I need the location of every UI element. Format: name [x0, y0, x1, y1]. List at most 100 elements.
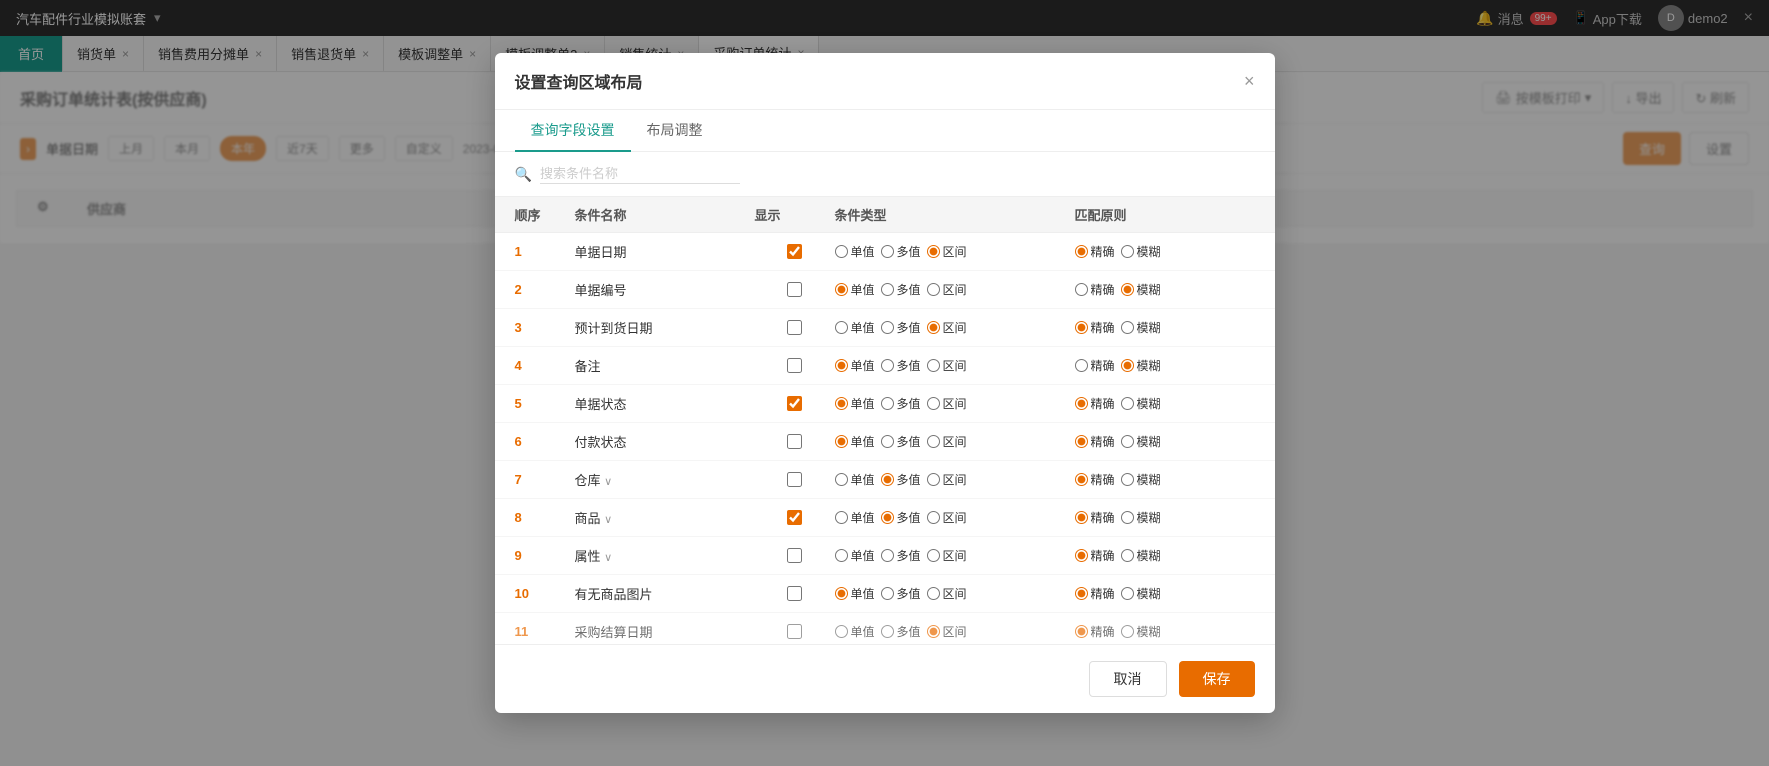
radio-exact-5[interactable]	[1075, 397, 1088, 410]
radio-single-7[interactable]	[835, 473, 848, 486]
radio-single-6[interactable]	[835, 435, 848, 448]
radio-range-5[interactable]	[927, 397, 940, 410]
type-single-label-8[interactable]: 单值	[835, 509, 875, 526]
tab-layout-adjust[interactable]: 布局调整	[631, 110, 719, 152]
radio-multi-4[interactable]	[881, 359, 894, 372]
radio-range-8[interactable]	[927, 511, 940, 524]
type-multi-label-6[interactable]: 多值	[881, 433, 921, 450]
checkbox-display-11[interactable]	[787, 624, 802, 639]
match-fuzzy-label-9[interactable]: 模糊	[1121, 547, 1161, 564]
match-fuzzy-label-4[interactable]: 模糊	[1121, 357, 1161, 374]
type-multi-label-2[interactable]: 多值	[881, 281, 921, 298]
radio-exact-1[interactable]	[1075, 245, 1088, 258]
row-display-5[interactable]	[755, 396, 835, 411]
type-multi-label-7[interactable]: 多值	[881, 471, 921, 488]
radio-multi-7[interactable]	[881, 473, 894, 486]
type-multi-label-3[interactable]: 多值	[881, 319, 921, 336]
match-exact-label-11[interactable]: 精确	[1075, 623, 1115, 640]
radio-range-2[interactable]	[927, 283, 940, 296]
radio-fuzzy-5[interactable]	[1121, 397, 1134, 410]
type-multi-label-9[interactable]: 多值	[881, 547, 921, 564]
match-fuzzy-label-3[interactable]: 模糊	[1121, 319, 1161, 336]
match-exact-label-3[interactable]: 精确	[1075, 319, 1115, 336]
match-exact-label-7[interactable]: 精确	[1075, 471, 1115, 488]
radio-fuzzy-7[interactable]	[1121, 473, 1134, 486]
type-single-label-6[interactable]: 单值	[835, 433, 875, 450]
radio-fuzzy-4[interactable]	[1121, 359, 1134, 372]
match-fuzzy-label-8[interactable]: 模糊	[1121, 509, 1161, 526]
checkbox-display-6[interactable]	[787, 434, 802, 449]
checkbox-display-10[interactable]	[787, 586, 802, 601]
radio-range-9[interactable]	[927, 549, 940, 562]
radio-range-6[interactable]	[927, 435, 940, 448]
type-multi-label-8[interactable]: 多值	[881, 509, 921, 526]
checkbox-display-4[interactable]	[787, 358, 802, 373]
radio-range-7[interactable]	[927, 473, 940, 486]
type-single-label-7[interactable]: 单值	[835, 471, 875, 488]
type-range-label-8[interactable]: 区间	[927, 509, 967, 526]
row-display-7[interactable]	[755, 472, 835, 487]
type-range-label-4[interactable]: 区间	[927, 357, 967, 374]
type-single-label-9[interactable]: 单值	[835, 547, 875, 564]
radio-fuzzy-6[interactable]	[1121, 435, 1134, 448]
row-display-11[interactable]	[755, 624, 835, 639]
search-input[interactable]	[540, 164, 740, 184]
type-single-label-5[interactable]: 单值	[835, 395, 875, 412]
type-range-label-11[interactable]: 区间	[927, 623, 967, 640]
radio-exact-2[interactable]	[1075, 283, 1088, 296]
type-range-label-7[interactable]: 区间	[927, 471, 967, 488]
type-multi-label-10[interactable]: 多值	[881, 585, 921, 602]
radio-range-11[interactable]	[927, 625, 940, 638]
match-fuzzy-label-10[interactable]: 模糊	[1121, 585, 1161, 602]
type-range-label-6[interactable]: 区间	[927, 433, 967, 450]
radio-range-4[interactable]	[927, 359, 940, 372]
radio-multi-2[interactable]	[881, 283, 894, 296]
checkbox-display-7[interactable]	[787, 472, 802, 487]
type-multi-label-5[interactable]: 多值	[881, 395, 921, 412]
radio-range-3[interactable]	[927, 321, 940, 334]
radio-exact-7[interactable]	[1075, 473, 1088, 486]
match-fuzzy-label-11[interactable]: 模糊	[1121, 623, 1161, 640]
checkbox-display-1[interactable]	[787, 244, 802, 259]
match-fuzzy-label-7[interactable]: 模糊	[1121, 471, 1161, 488]
radio-exact-9[interactable]	[1075, 549, 1088, 562]
radio-fuzzy-9[interactable]	[1121, 549, 1134, 562]
match-exact-label-9[interactable]: 精确	[1075, 547, 1115, 564]
match-exact-label-4[interactable]: 精确	[1075, 357, 1115, 374]
radio-single-9[interactable]	[835, 549, 848, 562]
radio-exact-11[interactable]	[1075, 625, 1088, 638]
radio-single-1[interactable]	[835, 245, 848, 258]
radio-multi-8[interactable]	[881, 511, 894, 524]
row-display-10[interactable]	[755, 586, 835, 601]
row-display-6[interactable]	[755, 434, 835, 449]
match-fuzzy-label-2[interactable]: 模糊	[1121, 281, 1161, 298]
radio-exact-10[interactable]	[1075, 587, 1088, 600]
type-range-label-5[interactable]: 区间	[927, 395, 967, 412]
radio-single-5[interactable]	[835, 397, 848, 410]
radio-multi-3[interactable]	[881, 321, 894, 334]
match-exact-label-10[interactable]: 精确	[1075, 585, 1115, 602]
radio-fuzzy-8[interactable]	[1121, 511, 1134, 524]
type-single-label-10[interactable]: 单值	[835, 585, 875, 602]
type-range-label-9[interactable]: 区间	[927, 547, 967, 564]
radio-multi-9[interactable]	[881, 549, 894, 562]
radio-single-8[interactable]	[835, 511, 848, 524]
radio-multi-5[interactable]	[881, 397, 894, 410]
match-exact-label-8[interactable]: 精确	[1075, 509, 1115, 526]
match-fuzzy-label-1[interactable]: 模糊	[1121, 243, 1161, 260]
match-fuzzy-label-6[interactable]: 模糊	[1121, 433, 1161, 450]
radio-fuzzy-2[interactable]	[1121, 283, 1134, 296]
row-display-4[interactable]	[755, 358, 835, 373]
match-exact-label-6[interactable]: 精确	[1075, 433, 1115, 450]
radio-multi-6[interactable]	[881, 435, 894, 448]
match-fuzzy-label-5[interactable]: 模糊	[1121, 395, 1161, 412]
radio-single-10[interactable]	[835, 587, 848, 600]
type-single-label-11[interactable]: 单值	[835, 623, 875, 640]
radio-fuzzy-10[interactable]	[1121, 587, 1134, 600]
radio-exact-8[interactable]	[1075, 511, 1088, 524]
type-range-label-1[interactable]: 区间	[927, 243, 967, 260]
radio-range-10[interactable]	[927, 587, 940, 600]
tab-field-settings[interactable]: 查询字段设置	[515, 110, 631, 152]
radio-exact-4[interactable]	[1075, 359, 1088, 372]
save-button[interactable]: 保存	[1179, 661, 1255, 697]
